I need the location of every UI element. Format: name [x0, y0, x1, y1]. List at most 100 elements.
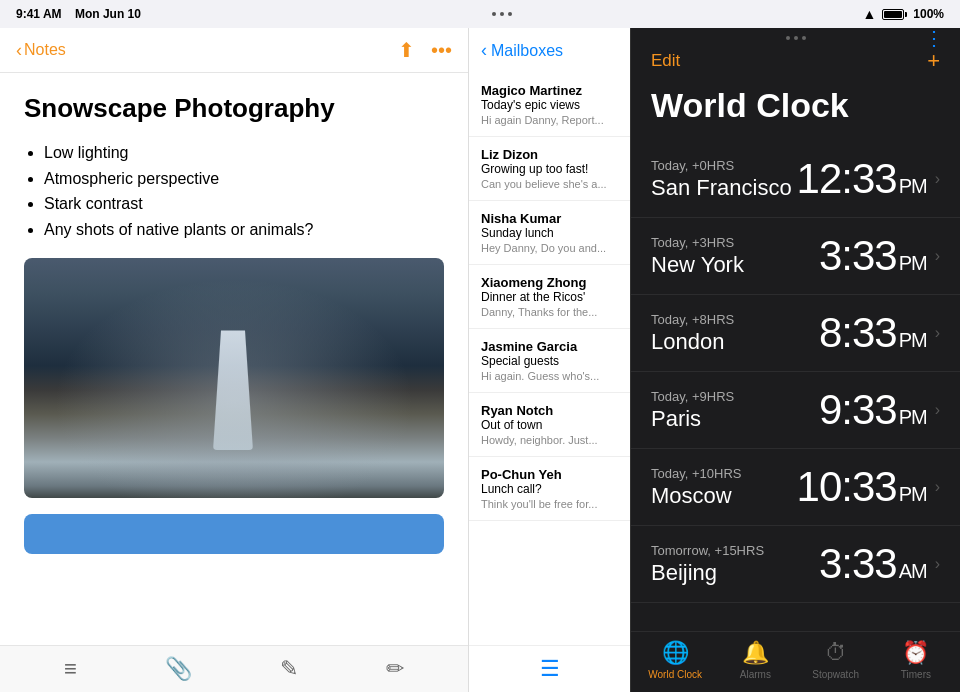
status-time: 9:41 AM [16, 7, 62, 21]
mail-sender-1: Liz Dizon [481, 147, 618, 162]
mail-preview-3: Danny, Thanks for the... [481, 306, 618, 318]
notes-image-inner [24, 258, 444, 498]
mail-back-label[interactable]: Mailboxes [491, 42, 563, 60]
clock-item-left-3: Today, +9HRS Paris [651, 389, 734, 432]
notes-header: ‹ Notes ⬆ ••• [0, 28, 468, 73]
alarms-icon: 🔔 [742, 640, 769, 666]
mail-preview-4: Hi again. Guess who's... [481, 370, 618, 382]
notes-back-chevron-icon: ‹ [16, 40, 22, 61]
mail-item-0[interactable]: Magico Martinez Today's epic views Hi ag… [469, 73, 630, 137]
waterfall [213, 330, 253, 450]
mail-subject-2: Sunday lunch [481, 226, 618, 240]
mail-subject-4: Special guests [481, 354, 618, 368]
notes-image [24, 258, 444, 498]
clock-city-5: Beijing [651, 560, 764, 586]
mail-sender-6: Po-Chun Yeh [481, 467, 618, 482]
mail-panel: ‹ Mailboxes Magico Martinez Today's epic… [468, 28, 630, 692]
clock-title: World Clock [651, 86, 849, 124]
mail-sender-5: Ryan Notch [481, 403, 618, 418]
mail-item-2[interactable]: Nisha Kumar Sunday lunch Hey Danny, Do y… [469, 201, 630, 265]
clock-city-0: San Francisco [651, 175, 792, 201]
notes-content: Snowscape Photography Low lighting Atmos… [0, 73, 468, 645]
clock-offset-3: Today, +9HRS [651, 389, 734, 404]
tab-stopwatch[interactable]: ⏱ Stopwatch [806, 640, 866, 680]
clock-time-3: 9:33PM [819, 386, 927, 434]
clock-dot-3 [802, 36, 806, 40]
clock-time-area-2: 8:33PM › [819, 309, 940, 357]
mail-item-6[interactable]: Po-Chun Yeh Lunch call? Think you'll be … [469, 457, 630, 521]
mail-header: ‹ Mailboxes [469, 28, 630, 73]
mail-sender-4: Jasmine Garcia [481, 339, 618, 354]
bullet-2: Atmospheric perspective [44, 166, 444, 192]
mail-back-chevron-icon: ‹ [481, 40, 487, 61]
clock-chevron-5: › [935, 555, 940, 573]
clock-item-left-0: Today, +0HRS San Francisco [651, 158, 792, 201]
clock-top-right-icon[interactable]: ⋮ [924, 28, 944, 50]
mail-item-3[interactable]: Xiaomeng Zhong Dinner at the Ricos' Dann… [469, 265, 630, 329]
notes-blue-bar [24, 514, 444, 554]
notes-back-label: Notes [24, 41, 66, 59]
mail-preview-0: Hi again Danny, Report... [481, 114, 618, 126]
clock-time-area-1: 3:33PM › [819, 232, 940, 280]
mail-preview-2: Hey Danny, Do you and... [481, 242, 618, 254]
tab-alarms-label: Alarms [740, 669, 771, 680]
notes-share-icon[interactable]: ⬆ [398, 38, 415, 62]
mail-sender-3: Xiaomeng Zhong [481, 275, 618, 290]
tab-world-clock[interactable]: 🌐 World Clock [645, 640, 705, 680]
clock-city-3: Paris [651, 406, 734, 432]
mail-subject-5: Out of town [481, 418, 618, 432]
clock-offset-5: Tomorrow, +15HRS [651, 543, 764, 558]
mail-preview-1: Can you believe she's a... [481, 178, 618, 190]
clock-item-left-2: Today, +8HRS London [651, 312, 734, 355]
clock-time-4: 10:33PM [797, 463, 927, 511]
clock-add-button[interactable]: + [927, 48, 940, 74]
clock-item-4[interactable]: Today, +10HRS Moscow 10:33PM › [631, 449, 960, 526]
status-dot-3 [508, 12, 512, 16]
status-dot-2 [500, 12, 504, 16]
mail-compose-icon[interactable]: ☰ [540, 656, 560, 682]
mail-item-4[interactable]: Jasmine Garcia Special guests Hi again. … [469, 329, 630, 393]
notes-attach-icon[interactable]: 📎 [165, 656, 192, 682]
notes-list-icon[interactable]: ≡ [64, 656, 77, 682]
clock-item-2[interactable]: Today, +8HRS London 8:33PM › [631, 295, 960, 372]
clock-chevron-1: › [935, 247, 940, 265]
clock-tab-bar: 🌐 World Clock 🔔 Alarms ⏱ Stopwatch ⏰ Tim… [631, 631, 960, 692]
notes-panel: ‹ Notes ⬆ ••• Snowscape Photography Low … [0, 28, 468, 692]
timers-icon: ⏰ [902, 640, 929, 666]
tab-timers[interactable]: ⏰ Timers [886, 640, 946, 680]
status-time-date: 9:41 AM Mon Jun 10 [16, 7, 141, 21]
status-date: Mon Jun 10 [75, 7, 141, 21]
clock-item-5[interactable]: Tomorrow, +15HRS Beijing 3:33AM › [631, 526, 960, 603]
status-bar: 9:41 AM Mon Jun 10 ▲ 100% [0, 0, 960, 28]
mail-sender-2: Nisha Kumar [481, 211, 618, 226]
stopwatch-icon: ⏱ [825, 640, 847, 666]
notes-doc-title: Snowscape Photography [24, 93, 444, 124]
bullet-4: Any shots of native plants or animals? [44, 217, 444, 243]
clock-top-bar: ⋮ [631, 28, 960, 44]
clock-item-1[interactable]: Today, +3HRS New York 3:33PM › [631, 218, 960, 295]
clock-item-3[interactable]: Today, +9HRS Paris 9:33PM › [631, 372, 960, 449]
notes-draw-icon[interactable]: ✎ [280, 656, 298, 682]
clock-city-1: New York [651, 252, 744, 278]
mail-item-1[interactable]: Liz Dizon Growing up too fast! Can you b… [469, 137, 630, 201]
clock-edit-button[interactable]: Edit [651, 51, 680, 71]
tab-timers-label: Timers [901, 669, 931, 680]
clock-item-left-5: Tomorrow, +15HRS Beijing [651, 543, 764, 586]
clock-chevron-4: › [935, 478, 940, 496]
mail-toolbar: ☰ [469, 645, 630, 692]
clock-item-left-1: Today, +3HRS New York [651, 235, 744, 278]
mail-preview-5: Howdy, neighbor. Just... [481, 434, 618, 446]
world-clock-icon: 🌐 [662, 640, 689, 666]
notes-more-icon[interactable]: ••• [431, 39, 452, 62]
clock-item-left-4: Today, +10HRS Moscow [651, 466, 741, 509]
notes-back-button[interactable]: ‹ Notes [16, 40, 66, 61]
clock-offset-4: Today, +10HRS [651, 466, 741, 481]
bullet-1: Low lighting [44, 140, 444, 166]
clock-dot-2 [794, 36, 798, 40]
notes-header-icons: ⬆ ••• [398, 38, 452, 62]
tab-alarms[interactable]: 🔔 Alarms [725, 640, 785, 680]
mail-list: Magico Martinez Today's epic views Hi ag… [469, 73, 630, 645]
mail-item-5[interactable]: Ryan Notch Out of town Howdy, neighbor. … [469, 393, 630, 457]
notes-newnote-icon[interactable]: ✏ [386, 656, 404, 682]
clock-item-0[interactable]: Today, +0HRS San Francisco 12:33PM › [631, 141, 960, 218]
